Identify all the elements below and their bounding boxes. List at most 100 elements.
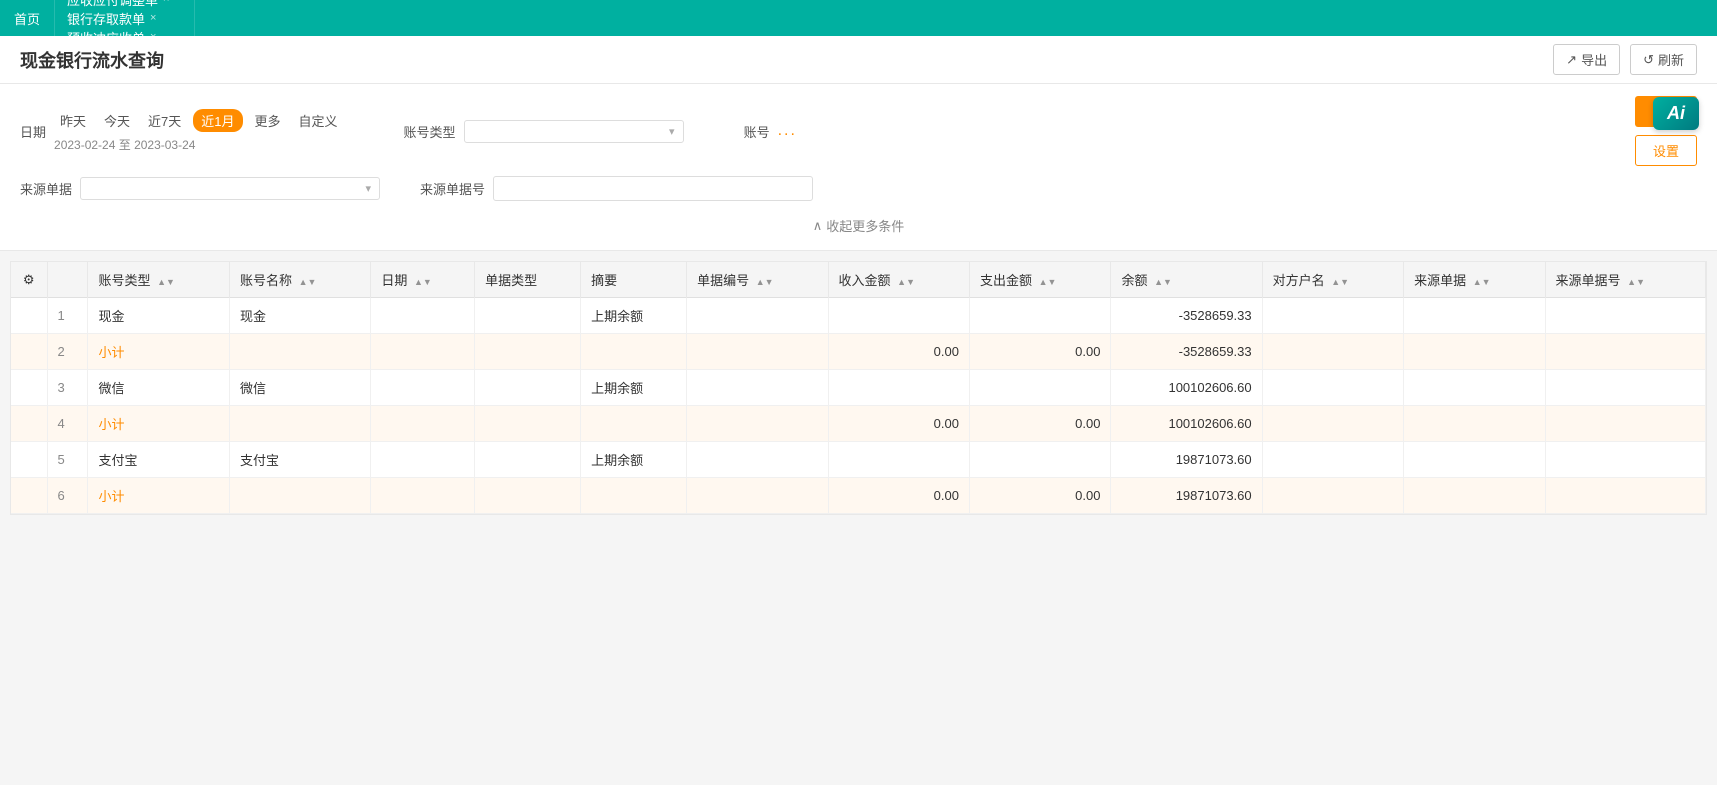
tab-close-icon[interactable]: × bbox=[163, 0, 169, 5]
cell-date bbox=[371, 406, 475, 442]
filter-row-1: 日期 昨天今天近7天近1月更多自定义 2023-02-24 至 2023-03-… bbox=[20, 96, 1697, 166]
cell-docType bbox=[475, 370, 581, 406]
cell-summary: 上期余额 bbox=[581, 298, 687, 334]
date-shortcut-自定义[interactable]: 自定义 bbox=[293, 109, 344, 132]
cell-summary: 上期余额 bbox=[581, 442, 687, 478]
cell-seq: 4 bbox=[47, 406, 88, 442]
collapse-bar[interactable]: ∧ 收起更多条件 bbox=[20, 211, 1697, 240]
cell-balance: 100102606.60 bbox=[1111, 370, 1262, 406]
cell-sourceDoc bbox=[1404, 370, 1545, 406]
data-table: ⚙ 账号类型 ▲▼ 账号名称 ▲▼ 日期 ▲▼ 单据类型 摘要 单据编号 ▲▼ … bbox=[11, 262, 1706, 514]
account-type-select[interactable]: ▾ bbox=[464, 120, 684, 143]
cell-incomeAmount: 0.00 bbox=[828, 406, 969, 442]
cell-accountType: 现金 bbox=[88, 298, 229, 334]
cell-docNo bbox=[687, 478, 828, 514]
date-shortcut-近7天[interactable]: 近7天 bbox=[142, 109, 187, 132]
source-doc-filter-group: 来源单据 ▾ bbox=[20, 177, 380, 200]
tab-close-icon[interactable]: × bbox=[150, 12, 156, 24]
cell-sourceDoc bbox=[1404, 298, 1545, 334]
col-gear[interactable]: ⚙ bbox=[11, 262, 47, 298]
account-dots-button[interactable]: ... bbox=[778, 122, 797, 140]
col-account-type[interactable]: 账号类型 ▲▼ bbox=[88, 262, 229, 298]
refresh-icon: ↺ bbox=[1643, 52, 1654, 68]
cell-sourceDoc bbox=[1404, 334, 1545, 370]
setting-button[interactable]: 设置 bbox=[1635, 135, 1697, 166]
filter-row-2: 来源单据 ▾ 来源单据号 bbox=[20, 176, 1697, 201]
cell-gear bbox=[11, 442, 47, 478]
cell-expenseAmount bbox=[969, 298, 1110, 334]
account-label: 账号 bbox=[744, 122, 770, 141]
cell-incomeAmount bbox=[828, 442, 969, 478]
cell-docType bbox=[475, 298, 581, 334]
cell-accountName: 微信 bbox=[229, 370, 370, 406]
col-source-doc[interactable]: 来源单据 ▲▼ bbox=[1404, 262, 1545, 298]
nav-tab-银行存取款单[interactable]: 银行存取款单× bbox=[55, 9, 195, 28]
tab-close-icon[interactable]: × bbox=[150, 31, 156, 36]
cell-accountType: 微信 bbox=[88, 370, 229, 406]
source-doc-chevron-icon: ▾ bbox=[365, 182, 371, 195]
date-filter-group: 日期 昨天今天近7天近1月更多自定义 2023-02-24 至 2023-03-… bbox=[20, 109, 344, 153]
cell-counterparty bbox=[1262, 370, 1403, 406]
cell-summary bbox=[581, 406, 687, 442]
export-label: 导出 bbox=[1581, 50, 1607, 69]
cell-gear bbox=[11, 478, 47, 514]
table-row: 3微信微信上期余额100102606.60 bbox=[11, 370, 1706, 406]
cell-counterparty bbox=[1262, 334, 1403, 370]
nav-tab-预收冲应收单[interactable]: 预收冲应收单× bbox=[55, 28, 195, 37]
col-date[interactable]: 日期 ▲▼ bbox=[371, 262, 475, 298]
cell-summary bbox=[581, 478, 687, 514]
col-account-name[interactable]: 账号名称 ▲▼ bbox=[229, 262, 370, 298]
cell-counterparty bbox=[1262, 478, 1403, 514]
cell-sourceDoc bbox=[1404, 406, 1545, 442]
table-row: 2小计0.000.00-3528659.33 bbox=[11, 334, 1706, 370]
table-row: 4小计0.000.00100102606.60 bbox=[11, 406, 1706, 442]
source-doc-num-input[interactable] bbox=[493, 176, 813, 201]
col-doc-no[interactable]: 单据编号 ▲▼ bbox=[687, 262, 828, 298]
cell-seq: 1 bbox=[47, 298, 88, 334]
col-source-doc-no[interactable]: 来源单据号 ▲▼ bbox=[1545, 262, 1705, 298]
date-shortcut-今天[interactable]: 今天 bbox=[98, 109, 136, 132]
source-doc-num-label: 来源单据号 bbox=[420, 179, 485, 198]
date-shortcut-昨天[interactable]: 昨天 bbox=[54, 109, 92, 132]
table-area: ⚙ 账号类型 ▲▼ 账号名称 ▲▼ 日期 ▲▼ 单据类型 摘要 单据编号 ▲▼ … bbox=[10, 261, 1707, 515]
cell-sourceDocNo bbox=[1545, 478, 1705, 514]
cell-expenseAmount bbox=[969, 370, 1110, 406]
cell-summary bbox=[581, 334, 687, 370]
account-type-filter-group: 账号类型 ▾ bbox=[404, 120, 684, 143]
col-expense-amount[interactable]: 支出金额 ▲▼ bbox=[969, 262, 1110, 298]
table-header-row: ⚙ 账号类型 ▲▼ 账号名称 ▲▼ 日期 ▲▼ 单据类型 摘要 单据编号 ▲▼ … bbox=[11, 262, 1706, 298]
date-shortcut-更多[interactable]: 更多 bbox=[249, 109, 287, 132]
cell-expenseAmount: 0.00 bbox=[969, 334, 1110, 370]
page-title: 现金银行流水查询 bbox=[20, 47, 164, 73]
date-shortcut-近1月[interactable]: 近1月 bbox=[193, 109, 242, 132]
nav-tabs: 收款单×付款单×其他收入单×应收应付调整单×银行存取款单×预收冲应收单×收款核销… bbox=[55, 0, 195, 36]
col-income-amount[interactable]: 收入金额 ▲▼ bbox=[828, 262, 969, 298]
date-range: 2023-02-24 至 2023-03-24 bbox=[54, 136, 344, 153]
cell-incomeAmount bbox=[828, 298, 969, 334]
nav-home[interactable]: 首页 bbox=[0, 0, 55, 36]
source-doc-select[interactable]: ▾ bbox=[80, 177, 380, 200]
cell-docNo bbox=[687, 370, 828, 406]
cell-sourceDoc bbox=[1404, 478, 1545, 514]
nav-tab-应收应付调整单[interactable]: 应收应付调整单× bbox=[55, 0, 195, 9]
cell-counterparty bbox=[1262, 442, 1403, 478]
col-counterparty[interactable]: 对方户名 ▲▼ bbox=[1262, 262, 1403, 298]
refresh-button[interactable]: ↺ 刷新 bbox=[1630, 44, 1697, 75]
cell-sourceDocNo bbox=[1545, 406, 1705, 442]
cell-accountType: 小计 bbox=[88, 406, 229, 442]
cell-date bbox=[371, 478, 475, 514]
ai-badge[interactable]: Ai bbox=[1653, 97, 1699, 130]
cell-counterparty bbox=[1262, 298, 1403, 334]
col-seq bbox=[47, 262, 88, 298]
export-button[interactable]: ↗ 导出 bbox=[1553, 44, 1620, 75]
chevron-up-icon: ∧ bbox=[813, 218, 823, 234]
cell-accountName bbox=[229, 478, 370, 514]
filter-area: 日期 昨天今天近7天近1月更多自定义 2023-02-24 至 2023-03-… bbox=[0, 84, 1717, 251]
col-balance[interactable]: 余额 ▲▼ bbox=[1111, 262, 1262, 298]
cell-balance: -3528659.33 bbox=[1111, 334, 1262, 370]
cell-accountName: 支付宝 bbox=[229, 442, 370, 478]
cell-docNo bbox=[687, 298, 828, 334]
page-header: 现金银行流水查询 ↗ 导出 ↺ 刷新 bbox=[0, 36, 1717, 84]
table-row: 6小计0.000.0019871073.60 bbox=[11, 478, 1706, 514]
cell-gear bbox=[11, 334, 47, 370]
